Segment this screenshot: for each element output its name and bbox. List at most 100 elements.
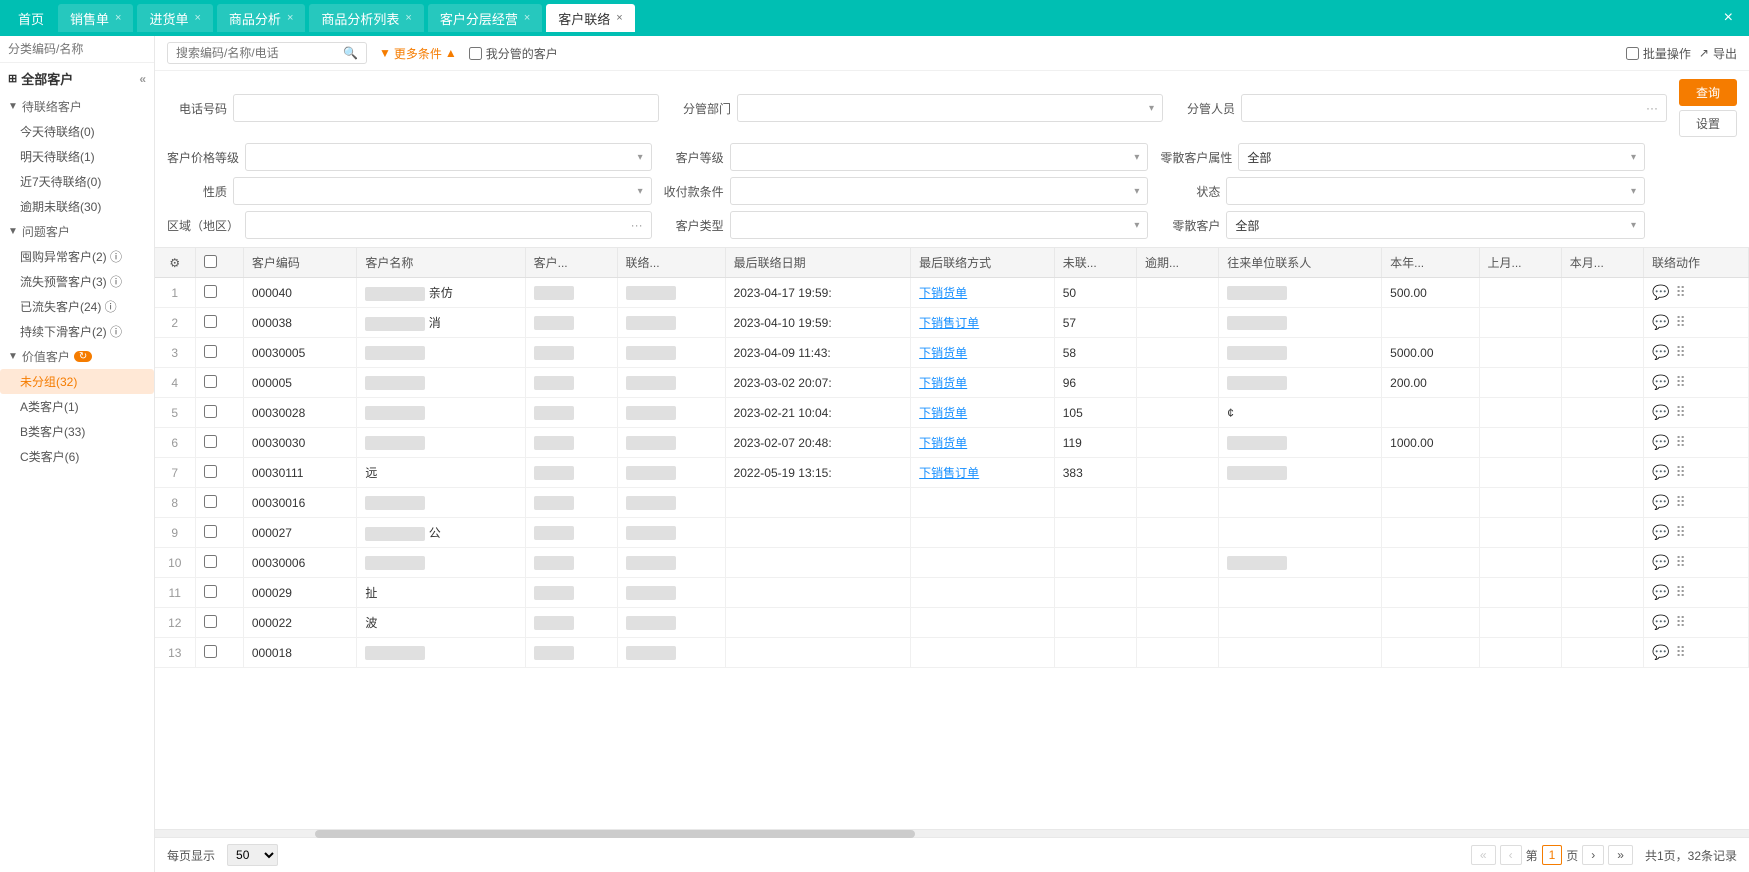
search-icon[interactable]: 🔍 <box>343 46 358 60</box>
row-checkbox[interactable] <box>195 518 243 548</box>
search-box[interactable]: 🔍 <box>167 42 367 64</box>
row-checkbox[interactable] <box>195 308 243 338</box>
first-page-button[interactable]: « <box>1471 845 1496 865</box>
sidebar-item-class-c[interactable]: C类客户(6) <box>0 444 154 469</box>
sidebar-search-input[interactable] <box>8 42 155 56</box>
group-pending-contact[interactable]: ▼ 待联络客户 <box>0 94 154 119</box>
select-all-checkbox[interactable] <box>204 255 217 268</box>
sidebar-item-declining[interactable]: 持续下滑客户(2) ⓘ <box>0 319 154 344</box>
message-icon[interactable]: 💬 <box>1652 494 1669 511</box>
message-icon[interactable]: 💬 <box>1652 464 1669 481</box>
more-icon[interactable]: ⠿ <box>1675 344 1685 361</box>
row-select-checkbox[interactable] <box>204 585 217 598</box>
tab-customer-contact[interactable]: 客户联络 × <box>546 4 634 32</box>
tab-customer-segmentation[interactable]: 客户分层经营 × <box>428 4 542 32</box>
close-icon[interactable]: × <box>524 12 530 24</box>
close-icon[interactable]: × <box>115 12 121 24</box>
row-checkbox[interactable] <box>195 548 243 578</box>
row-checkbox[interactable] <box>195 338 243 368</box>
filter-retail-attr-select[interactable]: 全部▾ <box>1238 143 1645 171</box>
row-checkbox[interactable] <box>195 608 243 638</box>
reset-button[interactable]: 设置 <box>1679 110 1737 137</box>
scrollbar-thumb[interactable] <box>315 830 915 838</box>
row-checkbox[interactable] <box>195 428 243 458</box>
last-method-link[interactable]: 下销货单 <box>919 346 967 360</box>
query-button[interactable]: 查询 <box>1679 79 1737 106</box>
per-page-select[interactable]: 50 100 200 <box>227 844 278 866</box>
row-select-checkbox[interactable] <box>204 525 217 538</box>
more-icon[interactable]: ⠿ <box>1675 284 1685 301</box>
settings-column-header[interactable]: ⚙ <box>155 248 195 278</box>
message-icon[interactable]: 💬 <box>1652 614 1669 631</box>
row-checkbox[interactable] <box>195 458 243 488</box>
next-page-button[interactable]: › <box>1582 845 1604 865</box>
filter-dept-select[interactable]: ▾ <box>737 94 1163 122</box>
sidebar-item-class-b[interactable]: B类客户(33) <box>0 419 154 444</box>
message-icon[interactable]: 💬 <box>1652 434 1669 451</box>
row-select-checkbox[interactable] <box>204 615 217 628</box>
my-customers-check[interactable] <box>469 47 482 60</box>
more-icon[interactable]: ⠿ <box>1675 494 1685 511</box>
search-input[interactable] <box>176 46 337 60</box>
export-button[interactable]: ↗ 导出 <box>1699 45 1737 62</box>
row-checkbox[interactable] <box>195 278 243 308</box>
prev-page-button[interactable]: ‹ <box>1500 845 1522 865</box>
filter-region-select[interactable]: ··· <box>245 211 652 239</box>
group-value-customers[interactable]: ▼ 价值客户 ↻ <box>0 344 154 369</box>
row-select-checkbox[interactable] <box>204 495 217 508</box>
checkbox-column-header[interactable] <box>195 248 243 278</box>
more-icon[interactable]: ⠿ <box>1675 554 1685 571</box>
more-icon[interactable]: ⠿ <box>1675 584 1685 601</box>
filter-customer-type-select[interactable]: ▾ <box>730 211 1149 239</box>
sidebar-item-overdue-pending[interactable]: 逾期未联络(30) <box>0 194 154 219</box>
filter-customer-level-select[interactable]: ▾ <box>730 143 1149 171</box>
last-method-link[interactable]: 下销货单 <box>919 406 967 420</box>
message-icon[interactable]: 💬 <box>1652 374 1669 391</box>
tab-product-analysis[interactable]: 商品分析 × <box>217 4 305 32</box>
sidebar-item-churn-warning[interactable]: 流失预警客户(3) ⓘ <box>0 269 154 294</box>
all-customers-header[interactable]: ⊞ 全部客户 « <box>0 63 154 94</box>
close-icon[interactable]: × <box>287 12 293 24</box>
close-icon[interactable]: × <box>405 12 411 24</box>
message-icon[interactable]: 💬 <box>1652 284 1669 301</box>
row-select-checkbox[interactable] <box>204 645 217 658</box>
row-checkbox[interactable] <box>195 368 243 398</box>
filter-retail-customer-select[interactable]: 全部▾ <box>1226 211 1645 239</box>
tab-purchase-order[interactable]: 进货单 × <box>137 4 212 32</box>
row-select-checkbox[interactable] <box>204 315 217 328</box>
more-conditions-button[interactable]: ▼ 更多条件 ▲ <box>379 45 457 62</box>
filter-payment-select[interactable]: ▾ <box>730 177 1149 205</box>
filter-manager-select[interactable]: ··· <box>1241 94 1667 122</box>
row-select-checkbox[interactable] <box>204 375 217 388</box>
last-method-link[interactable]: 下销货单 <box>919 376 967 390</box>
row-checkbox[interactable] <box>195 578 243 608</box>
sidebar-item-churned[interactable]: 已流失客户(24) ⓘ <box>0 294 154 319</box>
row-select-checkbox[interactable] <box>204 405 217 418</box>
more-icon[interactable]: ⠿ <box>1675 524 1685 541</box>
sidebar-item-tomorrow-pending[interactable]: 明天待联络(1) <box>0 144 154 169</box>
horizontal-scrollbar[interactable] <box>155 829 1749 837</box>
message-icon[interactable]: 💬 <box>1652 584 1669 601</box>
row-select-checkbox[interactable] <box>204 285 217 298</box>
sidebar-item-7days-pending[interactable]: 近7天待联络(0) <box>0 169 154 194</box>
sidebar-item-today-pending[interactable]: 今天待联络(0) <box>0 119 154 144</box>
filter-price-level-select[interactable]: ▾ <box>245 143 652 171</box>
filter-phone-input[interactable] <box>233 94 659 122</box>
sidebar-item-class-a[interactable]: A类客户(1) <box>0 394 154 419</box>
sidebar-item-hoarding-abnormal[interactable]: 囤购异常客户(2) ⓘ <box>0 244 154 269</box>
more-icon[interactable]: ⠿ <box>1675 434 1685 451</box>
message-icon[interactable]: 💬 <box>1652 314 1669 331</box>
more-icon[interactable]: ⠿ <box>1675 374 1685 391</box>
window-close-button[interactable]: × <box>1716 9 1741 27</box>
last-page-button[interactable]: » <box>1608 845 1633 865</box>
home-tab[interactable]: 首页 <box>8 9 54 28</box>
row-checkbox[interactable] <box>195 638 243 668</box>
tab-sales-order[interactable]: 销售单 × <box>58 4 133 32</box>
batch-ops-button[interactable]: 批量操作 <box>1626 45 1691 62</box>
message-icon[interactable]: 💬 <box>1652 404 1669 421</box>
group-problem-customers[interactable]: ▼ 问题客户 <box>0 219 154 244</box>
message-icon[interactable]: 💬 <box>1652 524 1669 541</box>
message-icon[interactable]: 💬 <box>1652 644 1669 661</box>
close-icon[interactable]: × <box>194 12 200 24</box>
more-icon[interactable]: ⠿ <box>1675 314 1685 331</box>
